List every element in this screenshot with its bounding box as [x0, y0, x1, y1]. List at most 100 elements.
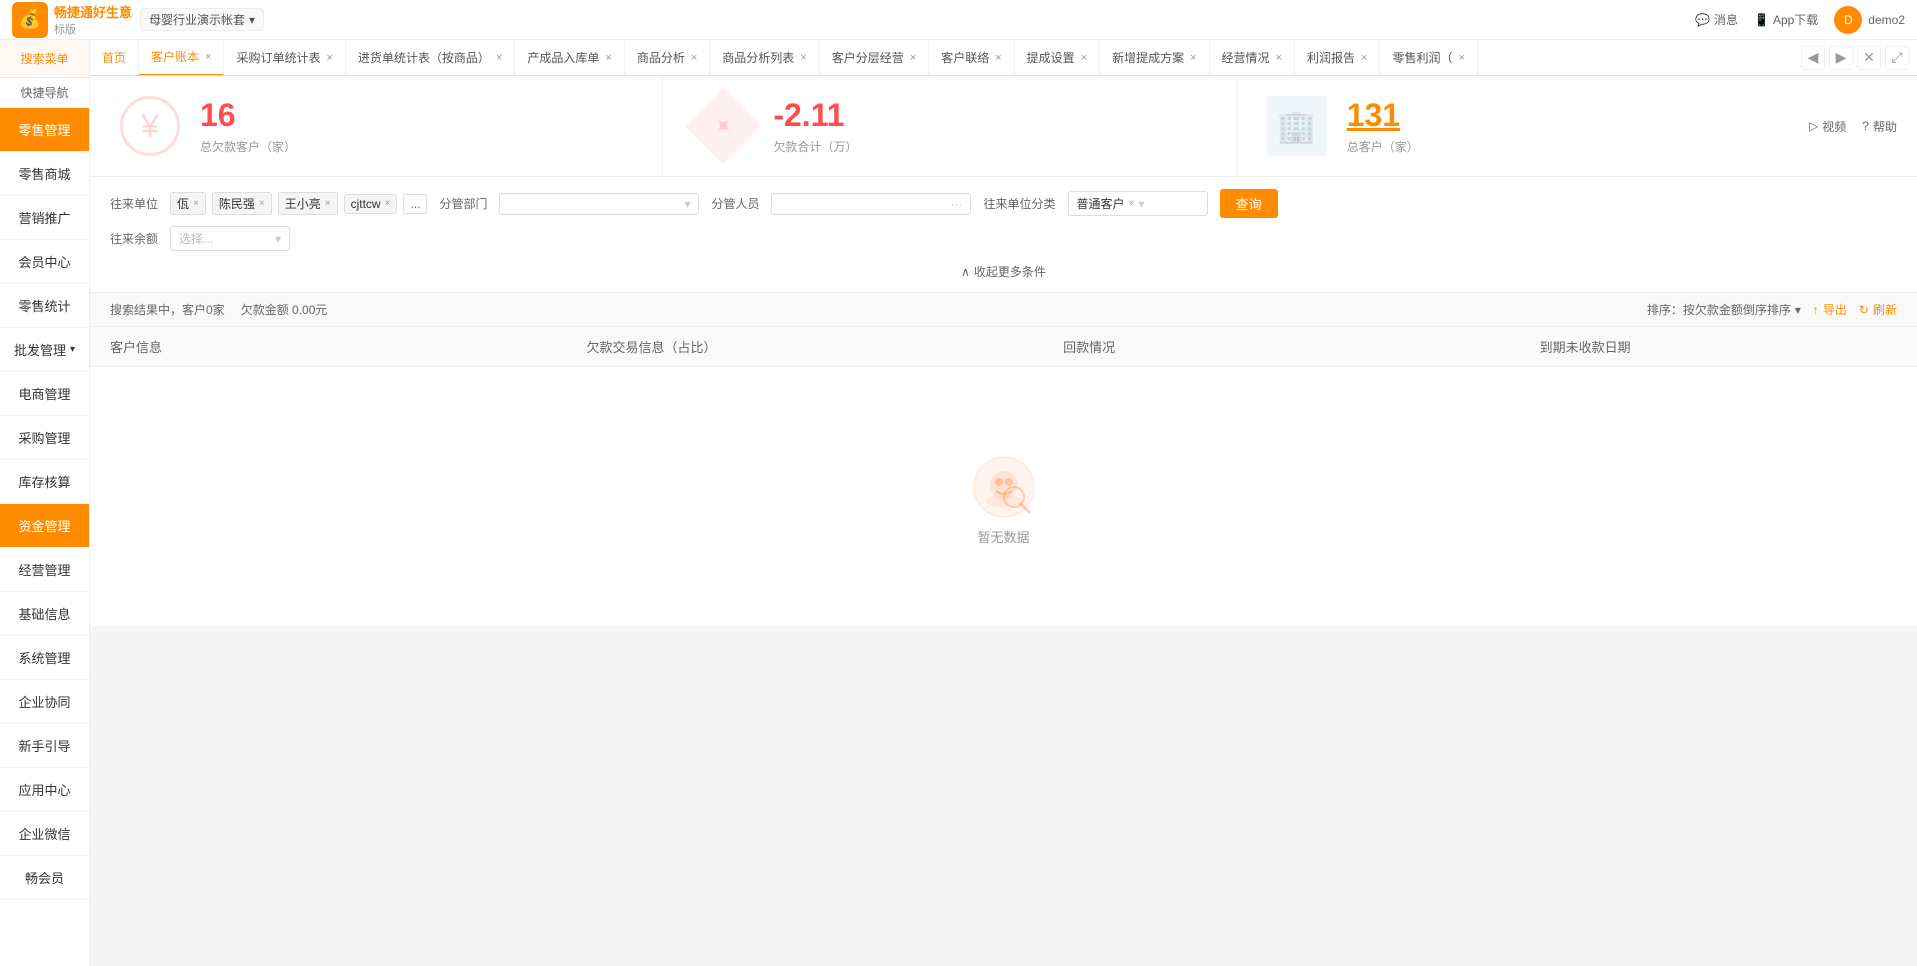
sidebar-item-new-guide[interactable]: 新手引导 — [0, 724, 89, 768]
refresh-button[interactable]: ↻ 刷新 — [1859, 301, 1897, 318]
tab-product-analysis-list[interactable]: 商品分析列表 × — [710, 40, 819, 76]
user-area[interactable]: D demo2 — [1834, 6, 1905, 34]
result-bar: 搜索结果中，客户0家 欠款金额 0.00元 排序：按欠款金额倒序排序 ▾ ↑ 导… — [90, 293, 1917, 327]
tag-close-2[interactable]: × — [259, 198, 265, 209]
category-select[interactable]: 普通客户 × ▾ — [1068, 191, 1208, 216]
unit-filter-label: 往来单位 — [110, 195, 158, 212]
table-col-3: 回款情况 — [1063, 337, 1540, 356]
stat-card-2: ✦ -2.11 欠款合计（万） — [663, 76, 1236, 176]
dept-filter-label: 分管部门 — [439, 195, 487, 212]
tab-close-customers[interactable]: × — [205, 51, 211, 63]
tab-new-promotion[interactable]: 新增提成方案 × — [1100, 40, 1209, 76]
table-col-2: 欠款交易信息（占比） — [587, 337, 1064, 356]
collapse-button[interactable]: ∧ 收起更多条件 — [110, 259, 1897, 280]
company-name: 母婴行业演示帐套 — [149, 11, 245, 28]
sidebar-item-app-center[interactable]: 应用中心 — [0, 768, 89, 812]
filter-tags: 佤 × 陈民强 × 王小亮 × cjttcw × — [170, 192, 427, 215]
sidebar-search[interactable]: 搜索菜单 — [0, 40, 89, 78]
sidebar-item-marketing[interactable]: 营销推广 — [0, 196, 89, 240]
tab-next-btn[interactable]: ▶ — [1829, 46, 1853, 70]
tab-close-product-analysis[interactable]: × — [691, 52, 697, 64]
tab-close-all-btn[interactable]: ✕ — [1857, 46, 1881, 70]
sidebar-quick-nav[interactable]: 快捷导航 — [0, 78, 89, 108]
stat-label-3: 总客户（家） — [1347, 138, 1419, 155]
filter-tag-4: cjttcw × — [344, 194, 398, 214]
sidebar-item-operations[interactable]: 经营管理 — [0, 548, 89, 592]
more-icon: ··· — [950, 197, 962, 211]
dept-select[interactable]: ▾ — [499, 193, 699, 215]
result-bar-left: 搜索结果中，客户0家 欠款金额 0.00元 — [110, 301, 327, 318]
tab-close-customer-tier[interactable]: × — [910, 52, 916, 64]
category-tag-close[interactable]: × — [1129, 198, 1135, 209]
tab-production[interactable]: 产成品入库单 × — [515, 40, 624, 76]
tab-purchase-order[interactable]: 采购订单统计表 × — [224, 40, 345, 76]
tab-close-purchase-stats[interactable]: × — [496, 52, 502, 64]
sort-button[interactable]: 排序：按欠款金额倒序排序 ▾ — [1647, 301, 1801, 318]
tab-prev-btn[interactable]: ◀ — [1801, 46, 1825, 70]
query-button[interactable]: 查询 — [1220, 189, 1278, 218]
table-container: 客户信息 欠款交易信息（占比） 回款情况 到期未收款日期 — [90, 327, 1917, 626]
tab-home[interactable]: 首页 — [90, 40, 139, 76]
tab-close-customer-contact[interactable]: × — [995, 52, 1001, 64]
chevron-down-icon: ▾ — [249, 13, 255, 27]
filter-row-2: 往来余额 选择... ▾ — [110, 226, 1897, 251]
help-btn[interactable]: ? 帮助 — [1862, 118, 1897, 135]
balance-select[interactable]: 选择... ▾ — [170, 226, 290, 251]
person-select[interactable]: ··· — [771, 193, 971, 215]
tag-close-3[interactable]: × — [325, 198, 331, 209]
top-bar: 💰 畅捷通好生意 标版 母婴行业演示帐套 ▾ 💬 消息 📱 App下载 D de… — [0, 0, 1917, 40]
username-label: demo2 — [1868, 13, 1905, 27]
chevron-down-icon: ▾ — [70, 344, 75, 355]
app-download-btn[interactable]: 📱 App下载 — [1754, 11, 1818, 28]
tab-close-product-analysis-list[interactable]: × — [800, 52, 806, 64]
tag-close-4[interactable]: × — [385, 198, 391, 209]
filter-tag-2: 陈民强 × — [212, 192, 272, 215]
company-selector[interactable]: 母婴行业演示帐套 ▾ — [140, 8, 264, 31]
sidebar-item-enterprise-wechat[interactable]: 企业微信 — [0, 812, 89, 856]
empty-illustration — [964, 447, 1044, 527]
sidebar-item-vip-member[interactable]: 畅会员 — [0, 856, 89, 900]
sidebar-item-retail[interactable]: 零售管理 — [0, 108, 89, 152]
tab-customer-tier[interactable]: 客户分层经营 × — [820, 40, 929, 76]
tab-business-status[interactable]: 经营情况 × — [1210, 40, 1295, 76]
tab-product-analysis[interactable]: 商品分析 × — [625, 40, 710, 76]
stat-label-1: 总欠款客户（家） — [200, 138, 296, 155]
sidebar-item-enterprise-collab[interactable]: 企业协同 — [0, 680, 89, 724]
table-header: 客户信息 欠款交易信息（占比） 回款情况 到期未收款日期 — [90, 327, 1917, 367]
sidebar-item-ecommerce[interactable]: 电商管理 — [0, 372, 89, 416]
tab-close-purchase-order[interactable]: × — [326, 52, 332, 64]
sidebar-item-finance[interactable]: 资金管理 — [0, 504, 89, 548]
tab-close-retail-profit[interactable]: × — [1458, 52, 1464, 64]
stat-info-3: 131 总客户（家） — [1347, 97, 1419, 155]
sidebar-item-purchase[interactable]: 采购管理 — [0, 416, 89, 460]
tab-retail-profit[interactable]: 零售利润（ × — [1380, 40, 1477, 76]
sidebar-item-wholesale[interactable]: 批发管理 ▾ — [0, 328, 89, 372]
sidebar-item-membership[interactable]: 会员中心 — [0, 240, 89, 284]
chevron-down-icon: ▾ — [275, 232, 281, 246]
sidebar-item-basic-info[interactable]: 基础信息 — [0, 592, 89, 636]
sidebar-item-retail-mall[interactable]: 零售商城 — [0, 152, 89, 196]
message-icon: 💬 — [1695, 13, 1710, 27]
tab-close-new-promotion[interactable]: × — [1190, 52, 1196, 64]
sidebar-item-system[interactable]: 系统管理 — [0, 636, 89, 680]
tab-maximize-btn[interactable]: ⤢ — [1885, 46, 1909, 70]
tab-customer-contact[interactable]: 客户联络 × — [929, 40, 1014, 76]
video-btn[interactable]: ▷ 视频 — [1809, 118, 1846, 135]
tab-profit-report[interactable]: 利润报告 × — [1295, 40, 1380, 76]
tab-close-promotion-settings[interactable]: × — [1081, 52, 1087, 64]
tab-purchase-stats[interactable]: 进货单统计表（按商品） × — [346, 40, 515, 76]
sidebar-item-inventory[interactable]: 库存核算 — [0, 460, 89, 504]
tab-close-business-status[interactable]: × — [1276, 52, 1282, 64]
messages-btn[interactable]: 💬 消息 — [1695, 11, 1738, 28]
tag-close-1[interactable]: × — [193, 198, 199, 209]
empty-icon — [964, 447, 1044, 527]
export-button[interactable]: ↑ 导出 — [1813, 301, 1847, 318]
tab-close-profit-report[interactable]: × — [1361, 52, 1367, 64]
stat-card-3: 🏢 131 总客户（家） — [1237, 76, 1809, 176]
tab-customers[interactable]: 客户账本 × — [139, 40, 224, 76]
tab-promotion-settings[interactable]: 提成设置 × — [1015, 40, 1100, 76]
sidebar-item-retail-stats[interactable]: 零售统计 — [0, 284, 89, 328]
filter-more-tags[interactable]: ... — [403, 194, 427, 214]
tab-close-production[interactable]: × — [605, 52, 611, 64]
tab-actions: ◀ ▶ ✕ ⤢ — [1793, 46, 1917, 70]
